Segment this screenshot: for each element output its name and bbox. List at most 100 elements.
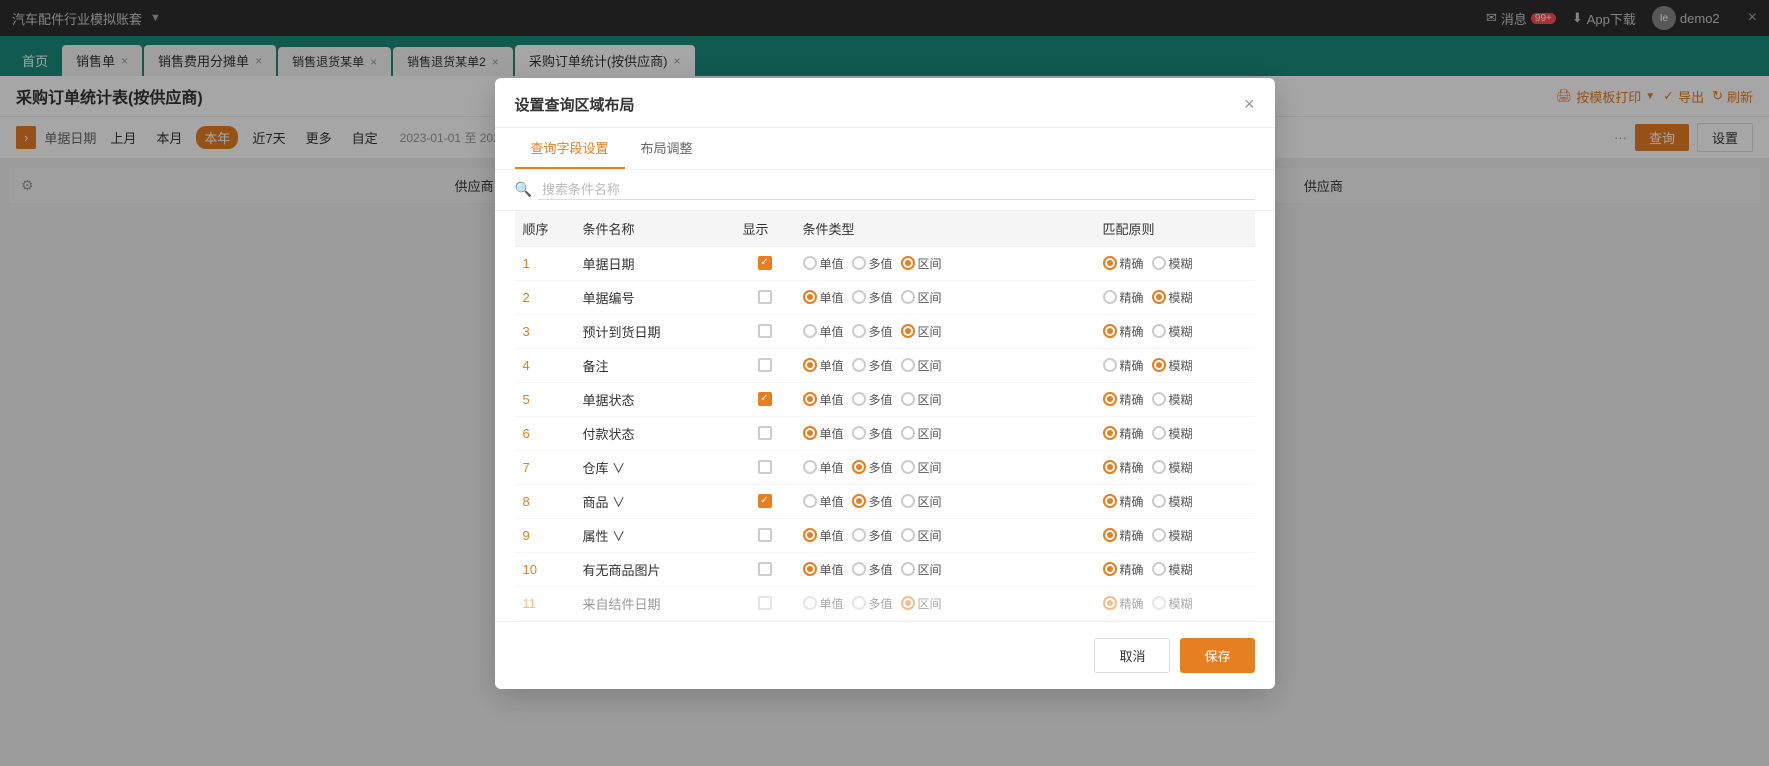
type-option[interactable]: 单值 [803, 255, 844, 272]
row-display-checkbox[interactable] [735, 528, 795, 542]
type-option-label: 区间 [918, 493, 942, 510]
type-option[interactable]: 单值 [803, 527, 844, 544]
type-option[interactable]: 区间 [901, 289, 942, 306]
type-option[interactable]: 多值 [852, 323, 893, 340]
modal-overlay: 设置查询区域布局 × 查询字段设置 布局调整 🔍 顺序 条件名称 显示 条件类型 [0, 0, 1769, 766]
type-option[interactable]: 多值 [852, 493, 893, 510]
type-option[interactable]: 区间 [901, 425, 942, 442]
type-option[interactable]: 单值 [803, 323, 844, 340]
match-radio-group: 精确 模糊 [1103, 255, 1193, 272]
type-option[interactable]: 区间 [901, 493, 942, 510]
tab-field-settings[interactable]: 查询字段设置 [515, 128, 625, 169]
type-option[interactable]: 多值 [852, 561, 893, 578]
display-checkbox[interactable] [758, 290, 772, 304]
match-option[interactable]: 精确 [1103, 391, 1144, 408]
cancel-button[interactable]: 取消 [1094, 638, 1170, 673]
type-option[interactable]: 区间 [901, 391, 942, 408]
match-option[interactable]: 精确 [1103, 289, 1144, 306]
display-checkbox[interactable] [758, 460, 772, 474]
match-option[interactable]: 精确 [1103, 255, 1144, 272]
display-checkbox[interactable] [758, 562, 772, 576]
display-checkbox[interactable] [758, 324, 772, 338]
match-option[interactable]: 精确 [1103, 459, 1144, 476]
match-option[interactable]: 精确 [1103, 527, 1144, 544]
order-number: 1 [523, 256, 530, 271]
match-option[interactable]: 精确 [1103, 323, 1144, 340]
match-option[interactable]: 模糊 [1152, 357, 1193, 374]
type-option[interactable]: 区间 [901, 323, 942, 340]
match-option[interactable]: 模糊 [1152, 595, 1193, 612]
row-display-checkbox[interactable] [735, 460, 795, 474]
row-display-checkbox[interactable] [735, 358, 795, 372]
dialog-tab-bar: 查询字段设置 布局调整 [495, 128, 1275, 170]
row-display-checkbox[interactable] [735, 426, 795, 440]
type-option[interactable]: 多值 [852, 255, 893, 272]
display-checkbox[interactable] [758, 358, 772, 372]
match-option[interactable]: 精确 [1103, 561, 1144, 578]
type-option[interactable]: 单值 [803, 357, 844, 374]
match-option[interactable]: 精确 [1103, 357, 1144, 374]
type-option[interactable]: 多值 [852, 459, 893, 476]
row-order: 9 [515, 528, 575, 543]
type-option[interactable]: 单值 [803, 289, 844, 306]
display-checkbox[interactable] [758, 426, 772, 440]
match-option[interactable]: 模糊 [1152, 255, 1193, 272]
type-option[interactable]: 多值 [852, 391, 893, 408]
tab-layout-adjust[interactable]: 布局调整 [625, 128, 709, 169]
display-checkbox[interactable] [758, 528, 772, 542]
search-condition-input[interactable] [538, 180, 1255, 200]
match-radio-group: 精确模糊 [1103, 493, 1193, 510]
type-option[interactable]: 区间 [901, 357, 942, 374]
type-option[interactable]: 单值 [803, 561, 844, 578]
match-option[interactable]: 模糊 [1152, 323, 1193, 340]
match-option[interactable]: 模糊 [1152, 425, 1193, 442]
type-option[interactable]: 单值 [803, 595, 844, 612]
row-display-checkbox[interactable] [735, 290, 795, 304]
type-option[interactable]: 多值 [852, 527, 893, 544]
row-display-checkbox[interactable] [735, 256, 795, 270]
match-option[interactable]: 模糊 [1152, 289, 1193, 306]
type-option[interactable]: 区间 [901, 561, 942, 578]
radio-circle-icon [852, 460, 866, 474]
save-button[interactable]: 保存 [1180, 638, 1254, 673]
type-option[interactable]: 区间 [901, 527, 942, 544]
type-option-label: 区间 [918, 527, 942, 544]
match-option-label: 模糊 [1169, 255, 1193, 272]
radio-circle-icon [1103, 596, 1117, 610]
type-option[interactable]: 单值 [803, 459, 844, 476]
display-checkbox[interactable] [758, 494, 772, 508]
dialog-close-button[interactable]: × [1244, 95, 1255, 113]
type-option[interactable]: 多值 [852, 289, 893, 306]
type-option[interactable]: 单值 [803, 391, 844, 408]
match-option[interactable]: 精确 [1103, 493, 1144, 510]
row-display-checkbox[interactable] [735, 494, 795, 508]
display-checkbox[interactable] [758, 392, 772, 406]
type-option[interactable]: 多值 [852, 595, 893, 612]
type-option[interactable]: 多值 [852, 425, 893, 442]
table-row: 10有无商品图片单值多值区间精确模糊 [515, 553, 1255, 587]
match-option[interactable]: 精确 [1103, 595, 1144, 612]
display-checkbox[interactable] [758, 596, 772, 610]
dialog-footer: 取消 保存 [495, 621, 1275, 689]
table-row: 8商品 ∨单值多值区间精确模糊 [515, 485, 1255, 519]
type-option[interactable]: 区间 [901, 255, 942, 272]
type-option[interactable]: 多值 [852, 357, 893, 374]
match-option[interactable]: 模糊 [1152, 391, 1193, 408]
type-option[interactable]: 区间 [901, 459, 942, 476]
row-display-checkbox[interactable] [735, 392, 795, 406]
match-option[interactable]: 模糊 [1152, 561, 1193, 578]
type-option[interactable]: 区间 [901, 595, 942, 612]
type-option[interactable]: 单值 [803, 425, 844, 442]
radio-circle-icon [803, 494, 817, 508]
type-radio-group: 单值多值区间 [803, 459, 942, 476]
match-option[interactable]: 模糊 [1152, 459, 1193, 476]
type-option[interactable]: 单值 [803, 493, 844, 510]
match-option[interactable]: 模糊 [1152, 527, 1193, 544]
match-option[interactable]: 模糊 [1152, 493, 1193, 510]
display-checkbox[interactable] [758, 256, 772, 270]
row-display-checkbox[interactable] [735, 324, 795, 338]
row-match-principle: 精确模糊 [1095, 391, 1255, 408]
row-display-checkbox[interactable] [735, 562, 795, 576]
match-option[interactable]: 精确 [1103, 425, 1144, 442]
row-display-checkbox[interactable] [735, 596, 795, 610]
